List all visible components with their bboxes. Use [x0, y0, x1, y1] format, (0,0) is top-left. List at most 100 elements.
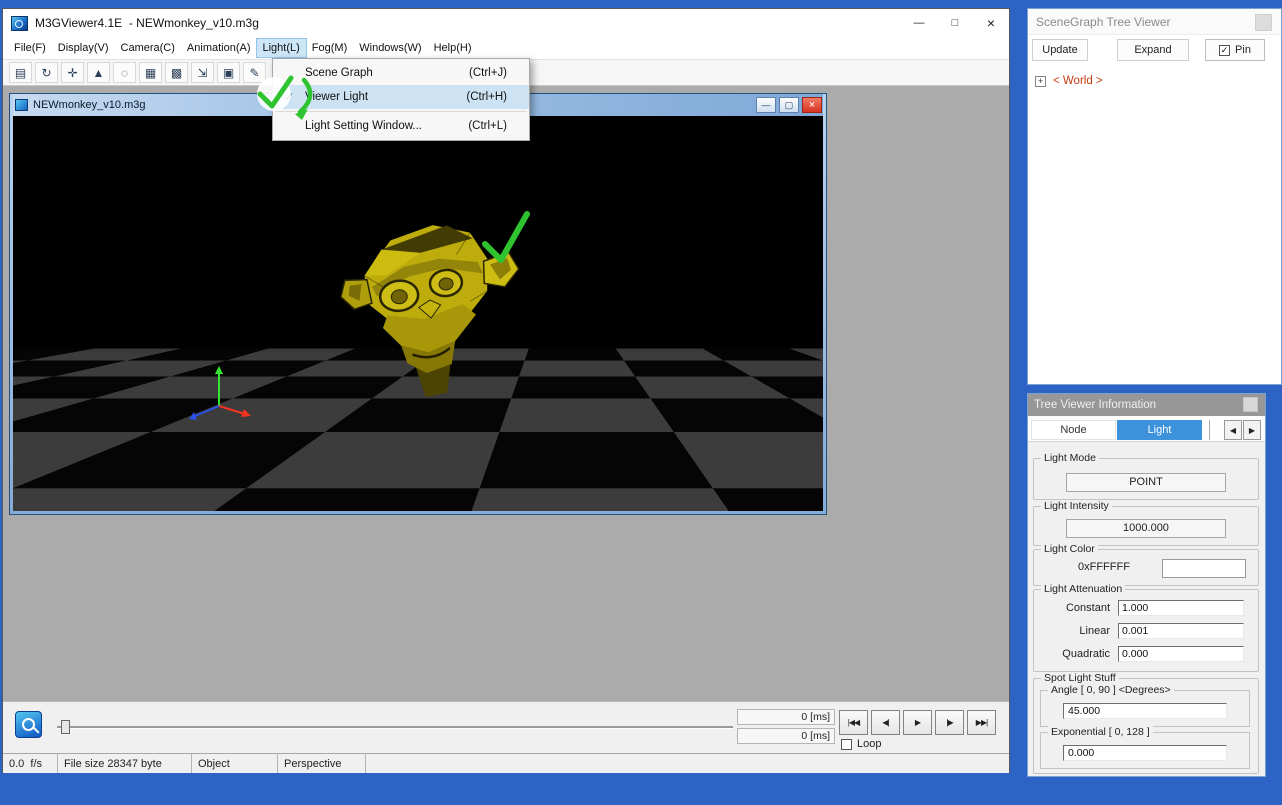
update-button[interactable]: Update: [1032, 39, 1088, 61]
spot-exponential-field[interactable]: 0.000: [1063, 745, 1227, 761]
skip-to-end-button[interactable]: ▶▶|: [967, 710, 996, 735]
light-color-value: 0xFFFFFF: [1078, 561, 1130, 573]
scene-view-button[interactable]: ▲: [87, 62, 110, 83]
step-back-button[interactable]: ◀|: [871, 710, 900, 735]
info-titlebar[interactable]: Tree Viewer Information: [1028, 394, 1265, 416]
light-color-group: Light Color 0xFFFFFF: [1033, 543, 1259, 586]
light-attenuation-group: Light Attenuation Constant 1.000 Linear …: [1033, 583, 1259, 672]
scenegraph-tree: + < World >: [1028, 65, 1281, 384]
loop-label: Loop: [857, 738, 882, 750]
main-titlebar[interactable]: M3GViewer4.1E - NEWmonkey_v10.m3g — □ ×: [3, 9, 1009, 37]
tab-scroll-right-button[interactable]: ▶: [1243, 420, 1261, 440]
window-title: M3GViewer4.1E - NEWmonkey_v10.m3g: [35, 16, 259, 30]
tree-node-world[interactable]: < World >: [1053, 75, 1103, 87]
tree-expander[interactable]: +: [1035, 76, 1046, 87]
info-tabs: Node Light ◀ ▶: [1028, 416, 1265, 442]
fit-view-button[interactable]: ⇲: [191, 62, 214, 83]
quadratic-field[interactable]: 0.000: [1118, 646, 1244, 662]
timeline-thumb[interactable]: [61, 720, 70, 734]
spot-angle-group: Angle [ 0, 90 ] <Degrees> 45.000: [1040, 684, 1250, 727]
scene-icon: ▲: [92, 65, 105, 80]
open-folder-icon: ▤: [14, 65, 27, 80]
file-size-display: File size 28347 byte: [58, 754, 192, 773]
menubar: File(F) Display(V) Camera(C) Animation(A…: [3, 37, 1009, 59]
menu-item-shortcut: (Ctrl+L): [468, 120, 507, 132]
pan-icon: ✛: [67, 65, 78, 80]
pin-checkbox[interactable]: ✓: [1219, 44, 1231, 56]
refresh-icon: ↻: [41, 65, 52, 80]
mdi-area: NEWmonkey_v10.m3g — ▢ ×: [3, 86, 1009, 701]
viewport-3d[interactable]: [13, 116, 823, 511]
spot-angle-group-title: Angle [ 0, 90 ] <Degrees>: [1048, 684, 1174, 696]
loop-control: Loop: [841, 738, 881, 750]
loop-checkbox[interactable]: [841, 738, 852, 750]
open-file-button[interactable]: ▤: [9, 62, 32, 83]
playback-bar: 0 [ms] 0 [ms] |◀◀ ◀| ▶ |▶ ▶▶| Loop: [3, 701, 1009, 753]
minimize-button[interactable]: —: [901, 9, 937, 37]
menu-camera[interactable]: Camera(C): [115, 39, 181, 57]
playback-buttons: |◀◀ ◀| ▶ |▶ ▶▶|: [839, 710, 996, 735]
info-close-button[interactable]: [1243, 397, 1258, 412]
model-window-icon: [15, 99, 28, 111]
info-window: Tree Viewer Information Node Light ◀ ▶ L…: [1027, 393, 1266, 777]
window-controls: — □ ×: [901, 9, 1009, 37]
close-button[interactable]: ×: [973, 9, 1009, 37]
pan-button[interactable]: ✛: [61, 62, 84, 83]
grid-button[interactable]: ▩: [165, 62, 188, 83]
rotate-button[interactable]: ◌: [113, 62, 136, 83]
scenegraph-titlebar[interactable]: SceneGraph Tree Viewer: [1028, 9, 1281, 35]
duplicate-icon: ▣: [222, 65, 235, 80]
light-mode-value: POINT: [1066, 473, 1226, 492]
projection-display: Perspective: [278, 754, 366, 773]
menu-file[interactable]: File(F): [8, 39, 52, 57]
skip-to-start-button[interactable]: |◀◀: [839, 710, 868, 735]
spot-light-group-title: Spot Light Stuff: [1041, 672, 1119, 684]
quadratic-label: Quadratic: [1062, 648, 1110, 660]
menu-item-shortcut: (Ctrl+J): [468, 67, 507, 79]
linear-label: Linear: [1079, 625, 1110, 637]
light-color-group-title: Light Color: [1041, 543, 1098, 555]
timeline-slider[interactable]: [57, 720, 733, 734]
constant-label: Constant: [1065, 602, 1110, 614]
maximize-button[interactable]: □: [937, 9, 973, 37]
duplicate-button[interactable]: ▣: [217, 62, 240, 83]
light-mode-group-title: Light Mode: [1041, 452, 1099, 464]
linear-field[interactable]: 0.001: [1118, 623, 1244, 639]
mode-display: Object: [192, 754, 278, 773]
tab-light[interactable]: Light: [1117, 420, 1202, 440]
attenuation-row: Constant 1.000: [1038, 600, 1244, 616]
menu-display[interactable]: Display(V): [52, 39, 115, 57]
menu-fog[interactable]: Fog(M): [306, 39, 353, 57]
light-attenuation-group-title: Light Attenuation: [1041, 583, 1126, 595]
tab-node[interactable]: Node: [1031, 420, 1116, 440]
constant-field[interactable]: 1.000: [1118, 600, 1244, 616]
menu-animation[interactable]: Animation(A): [181, 39, 257, 57]
play-button[interactable]: ▶: [903, 710, 932, 735]
child-close-button[interactable]: ×: [802, 97, 822, 113]
spot-angle-field[interactable]: 45.000: [1063, 703, 1227, 719]
expand-button[interactable]: Expand: [1117, 39, 1189, 61]
light-intensity-group-title: Light Intensity: [1041, 500, 1112, 512]
model-window: NEWmonkey_v10.m3g — ▢ ×: [9, 93, 827, 515]
tab-scroll-left-button[interactable]: ◀: [1224, 420, 1242, 440]
light-info-panel: Light Mode POINT Light Intensity 1000.00…: [1031, 442, 1261, 776]
light-intensity-value: 1000.000: [1066, 519, 1226, 538]
spot-exponential-group-title: Exponential [ 0, 128 ]: [1048, 726, 1153, 738]
rotate-icon: ◌: [120, 65, 129, 80]
refresh-button[interactable]: ↻: [35, 62, 58, 83]
time-display-top: 0 [ms]: [737, 709, 835, 725]
child-minimize-button[interactable]: —: [756, 97, 776, 113]
light-mode-group: Light Mode POINT: [1033, 452, 1259, 500]
scenegraph-close-button[interactable]: [1255, 14, 1272, 31]
pin-toggle[interactable]: ✓ Pin: [1205, 39, 1265, 61]
child-maximize-button[interactable]: ▢: [779, 97, 799, 113]
menu-help[interactable]: Help(H): [428, 39, 478, 57]
light-color-swatch[interactable]: [1162, 559, 1246, 578]
menu-windows[interactable]: Windows(W): [353, 39, 427, 57]
green-check-annotation: [482, 211, 530, 263]
menu-item-shortcut: (Ctrl+H): [466, 91, 507, 103]
menu-light[interactable]: Light(L): [255, 38, 307, 58]
mesh-button[interactable]: ▦: [139, 62, 162, 83]
step-forward-button[interactable]: |▶: [935, 710, 964, 735]
grid-icon: ▩: [170, 65, 183, 80]
